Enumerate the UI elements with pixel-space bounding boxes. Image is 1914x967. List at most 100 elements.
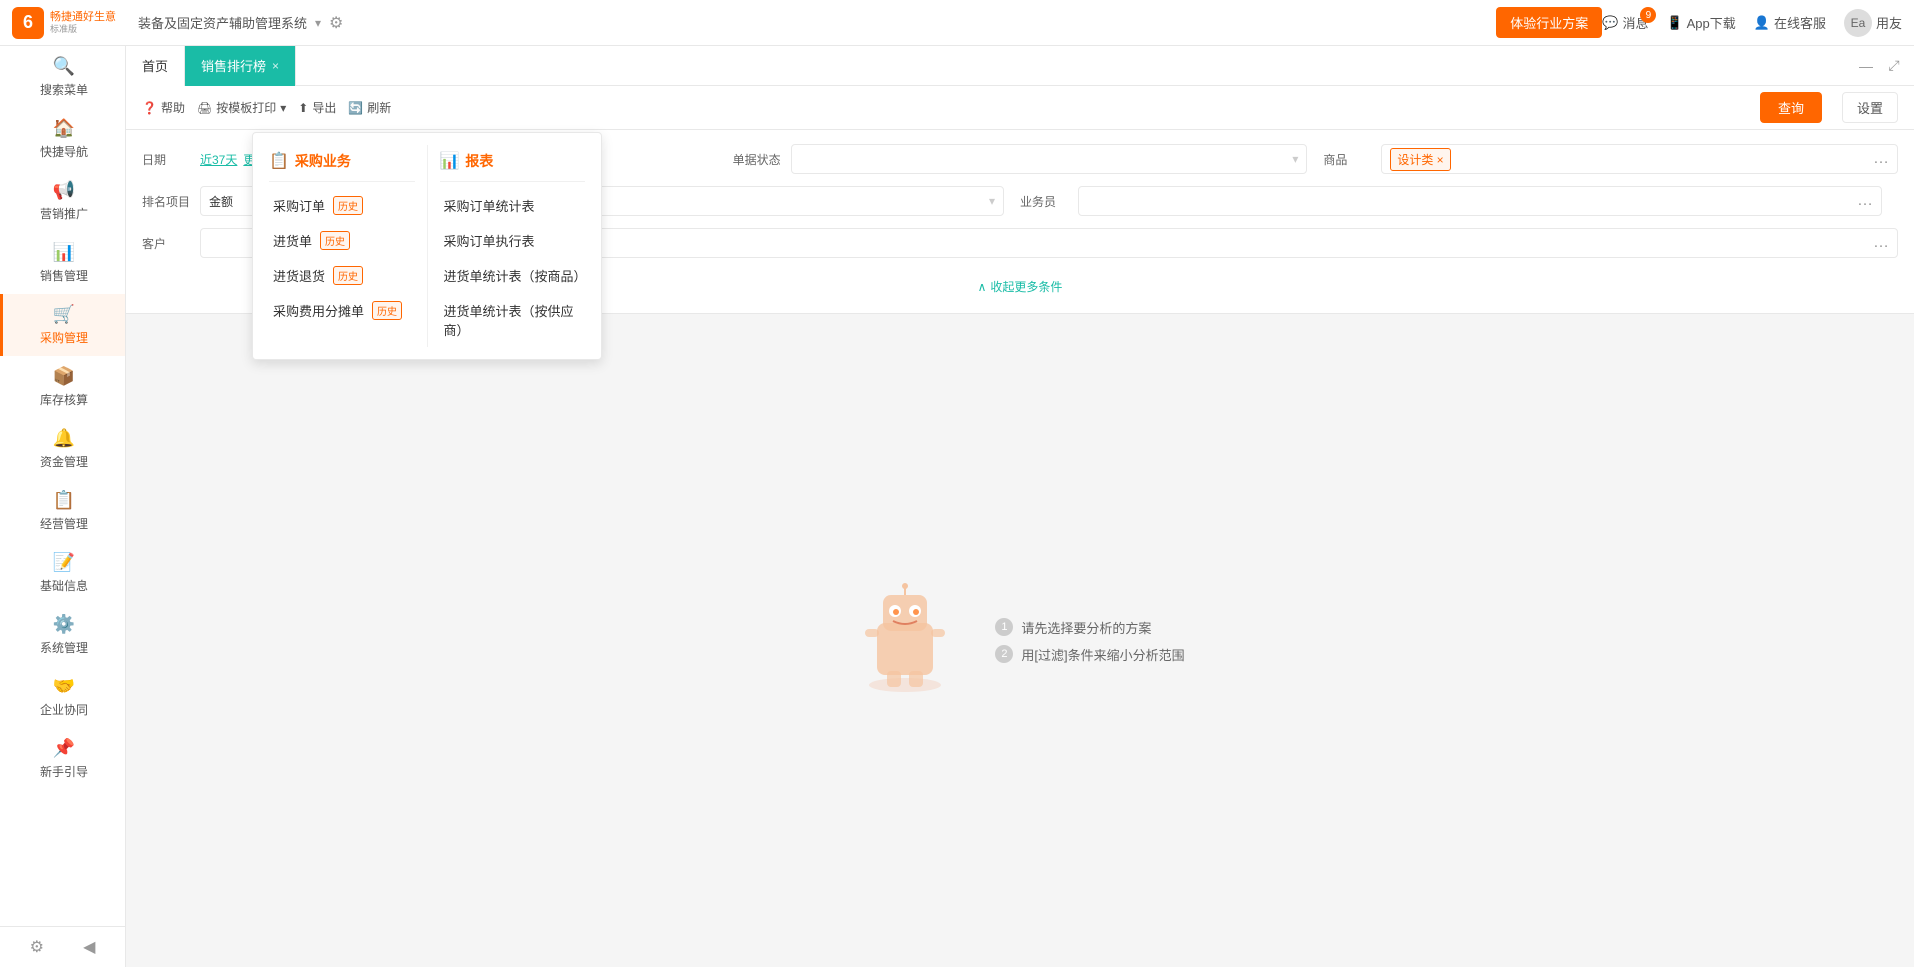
sidebar-label-cooperation: 企业协同 xyxy=(40,701,88,718)
sidebar-item-marketing[interactable]: 📢 营销推广 xyxy=(0,170,125,232)
sidebar-settings-icon[interactable]: ⚙ xyxy=(30,937,44,957)
sidebar-item-operation[interactable]: 📋 经营管理 xyxy=(0,480,125,542)
dropdown-cols: 📋 采购业务 采购订单 历史 进货单 历史 进货退货 历史 xyxy=(253,145,601,347)
customer-label: 客户 xyxy=(142,235,192,252)
tab-maximize-button[interactable]: ⤢ xyxy=(1882,54,1906,78)
filter-salesperson: 业务员 … xyxy=(1020,186,1882,216)
dropdown-item-incoming-stats-goods[interactable]: 进货单统计表（按商品） xyxy=(440,258,586,293)
filter-goods: 商品 设计类 × … xyxy=(1323,144,1898,174)
purchase-business-icon: 📋 xyxy=(269,151,289,171)
tab-close-icon[interactable]: × xyxy=(272,59,279,73)
query-button[interactable]: 查询 xyxy=(1760,92,1822,123)
user-area[interactable]: Ea 用友 xyxy=(1844,9,1902,37)
user-name: 用友 xyxy=(1876,13,1902,32)
expense-label: 采购费用分摊单 xyxy=(273,301,364,320)
message-button[interactable]: 💬 消息 9 xyxy=(1602,13,1648,32)
tab-home[interactable]: 首页 xyxy=(126,46,185,86)
sidebar-item-purchase[interactable]: 🛒 采购管理 xyxy=(0,294,125,356)
rank-label: 排名项目 xyxy=(142,193,192,210)
order-exec-label: 采购订单执行表 xyxy=(444,231,535,250)
system-settings-icon[interactable]: ⚙ xyxy=(329,13,343,33)
date-label: 日期 xyxy=(142,151,192,168)
sidebar-label-basicinfo: 基础信息 xyxy=(40,577,88,594)
search-icon: 🔍 xyxy=(53,56,75,77)
salesperson-dots[interactable]: … xyxy=(1857,192,1873,210)
main-layout: 🔍 搜索菜单 🏠 快捷导航 📢 营销推广 📊 销售管理 🛒 采购管理 📦 库存核… xyxy=(0,46,1914,967)
empty-icon-area xyxy=(855,583,955,698)
settings-button[interactable]: 设置 xyxy=(1842,92,1898,123)
goods-input[interactable]: 设计类 × … xyxy=(1381,144,1898,174)
sidebar-item-cooperation[interactable]: 🤝 企业协同 xyxy=(0,666,125,728)
purchase-order-history: 历史 xyxy=(333,196,363,215)
empty-content: 1 请先选择要分析的方案 2 用[过滤]条件来缩小分析范围 xyxy=(855,583,1184,698)
filter-voucher-status: 单据状态 ▾ xyxy=(733,144,1308,174)
tab-controls: — ⤢ xyxy=(1854,54,1914,78)
dropdown-item-incoming-stats-supplier[interactable]: 进货单统计表（按供应商） xyxy=(440,293,586,347)
customer-dots[interactable]: … xyxy=(1873,234,1889,252)
salesperson-input[interactable]: … xyxy=(1078,186,1882,216)
cooperation-icon: 🤝 xyxy=(53,676,75,697)
dropdown-item-order-stats[interactable]: 采购订单统计表 xyxy=(440,188,586,223)
online-service-button[interactable]: 👤 在线客服 xyxy=(1754,13,1826,32)
sidebar-collapse-icon[interactable]: ◀ xyxy=(83,937,95,957)
finance-icon: 🔔 xyxy=(53,428,75,449)
voucher-status-input[interactable]: ▾ xyxy=(791,144,1308,174)
goods-more-dots[interactable]: … xyxy=(1873,150,1889,168)
top-header: 6 畅捷通好生意 标准版 装备及固定资产辅助管理系统 ▾ ⚙ 体验行业方案 💬 … xyxy=(0,0,1914,46)
tab-sales-ranking[interactable]: 销售排行榜 × xyxy=(185,46,296,86)
refresh-button[interactable]: 🔄 刷新 xyxy=(348,99,391,116)
sidebar-item-quick[interactable]: 🏠 快捷导航 xyxy=(0,108,125,170)
dropdown-item-expense[interactable]: 采购费用分摊单 历史 xyxy=(269,293,415,328)
sidebar-item-inventory[interactable]: 📦 库存核算 xyxy=(0,356,125,418)
empty-state: 1 请先选择要分析的方案 2 用[过滤]条件来缩小分析范围 xyxy=(126,314,1914,967)
system-name-area: 装备及固定资产辅助管理系统 ▾ ⚙ xyxy=(138,13,1496,33)
empty-robot-svg xyxy=(855,583,955,693)
marketing-icon: 📢 xyxy=(53,180,75,201)
system-name-dropdown-icon[interactable]: ▾ xyxy=(315,16,321,30)
date-value[interactable]: 近37天 xyxy=(200,151,237,168)
sidebar-label-purchase: 采购管理 xyxy=(40,329,88,346)
logo-text: 畅捷通好生意 标准版 xyxy=(50,10,116,36)
sidebar-item-search[interactable]: 🔍 搜索菜单 xyxy=(0,46,125,108)
sidebar-label-search: 搜索菜单 xyxy=(40,81,88,98)
logo-subtitle: 标准版 xyxy=(50,24,116,36)
print-dropdown-icon[interactable]: ▾ xyxy=(280,101,286,115)
dropdown-item-incoming[interactable]: 进货单 历史 xyxy=(269,223,415,258)
export-button[interactable]: ⬆ 导出 xyxy=(298,99,336,116)
voucher-status-dropdown-icon: ▾ xyxy=(1292,152,1298,166)
sidebar-item-sales[interactable]: 📊 销售管理 xyxy=(0,232,125,294)
sales-icon: 📊 xyxy=(53,242,75,263)
print-button[interactable]: 🖨 按模板打印 ▾ xyxy=(197,99,286,116)
trial-button[interactable]: 体验行业方案 xyxy=(1496,7,1602,38)
return-label: 进货退货 xyxy=(273,266,325,285)
logo-icon: 6 xyxy=(12,7,44,39)
dropdown-item-return[interactable]: 进货退货 历史 xyxy=(269,258,415,293)
dropdown-col-purchase-header: 📋 采购业务 xyxy=(269,145,415,182)
sidebar: 🔍 搜索菜单 🏠 快捷导航 📢 营销推广 📊 销售管理 🛒 采购管理 📦 库存核… xyxy=(0,46,126,967)
print-label: 按模板打印 xyxy=(216,99,276,116)
sidebar-item-finance[interactable]: 🔔 资金管理 xyxy=(0,418,125,480)
logo-title: 畅捷通好生意 xyxy=(50,10,116,24)
help-button[interactable]: ❓ 帮助 xyxy=(142,99,185,116)
tab-home-label: 首页 xyxy=(142,56,168,75)
app-download-button[interactable]: 📱 App下载 xyxy=(1666,13,1735,32)
empty-tip-1: 1 请先选择要分析的方案 xyxy=(995,618,1184,637)
print-icon: 🖨 xyxy=(197,101,212,115)
sidebar-bottom: ⚙ ◀ xyxy=(0,926,125,967)
tab-minimize-button[interactable]: — xyxy=(1854,54,1878,78)
basicinfo-icon: 📝 xyxy=(53,552,75,573)
dropdown-menu: 📋 采购业务 采购订单 历史 进货单 历史 进货退货 历史 xyxy=(252,132,602,360)
tab-bar: 首页 销售排行榜 × — ⤢ xyxy=(126,46,1914,86)
tip-text-1: 请先选择要分析的方案 xyxy=(1021,618,1151,637)
online-service-label: 在线客服 xyxy=(1774,13,1826,32)
app-download-label: App下载 xyxy=(1687,13,1736,32)
sidebar-item-system[interactable]: ⚙️ 系统管理 xyxy=(0,604,125,666)
rank-value: 金额 xyxy=(209,193,233,210)
report-icon: 📊 xyxy=(440,151,460,171)
sidebar-item-basicinfo[interactable]: 📝 基础信息 xyxy=(0,542,125,604)
sidebar-item-guide[interactable]: 📌 新手引导 xyxy=(0,728,125,790)
incoming-history: 历史 xyxy=(320,231,350,250)
message-badge: 9 xyxy=(1640,7,1656,23)
dropdown-item-purchase-order[interactable]: 采购订单 历史 xyxy=(269,188,415,223)
dropdown-item-order-exec[interactable]: 采购订单执行表 xyxy=(440,223,586,258)
